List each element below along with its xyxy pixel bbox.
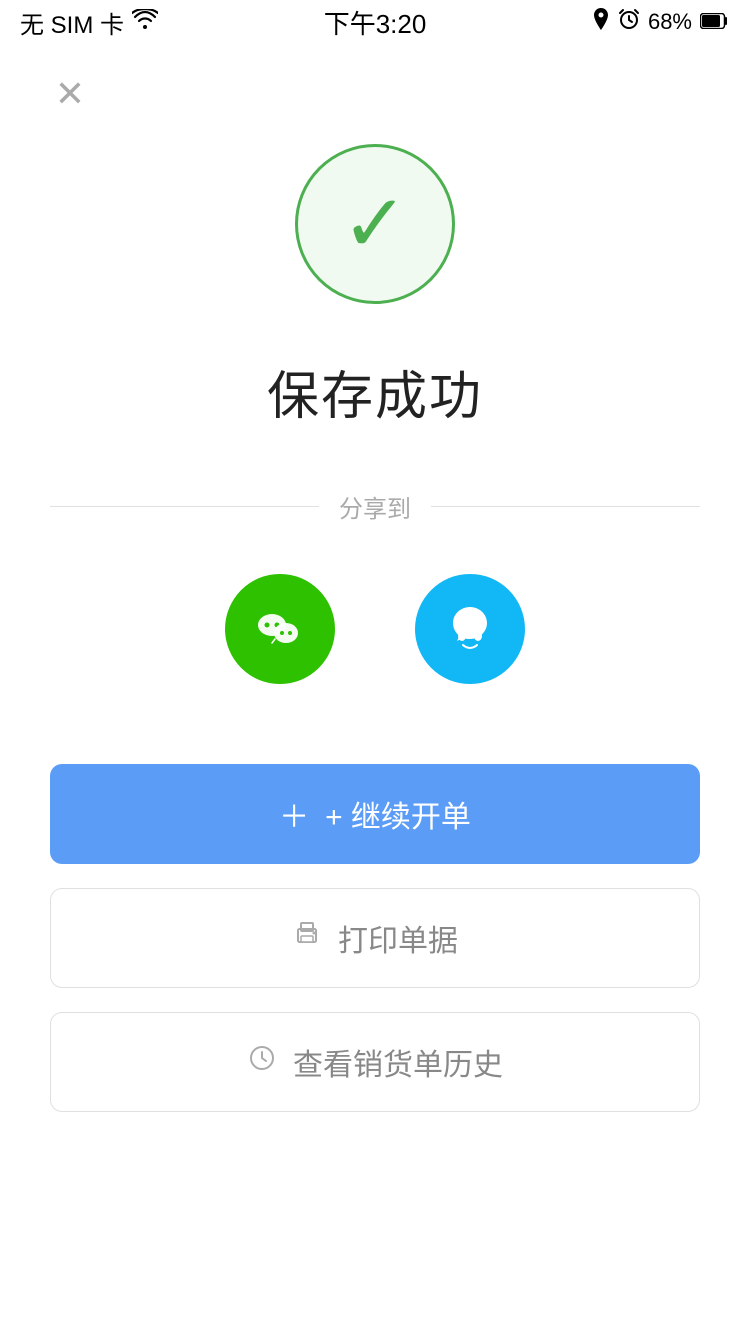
action-buttons: ＋ + 继续开单 打印单据 查看销货单历史 [50, 764, 700, 1112]
no-sim-label: 无 SIM 卡 [20, 5, 124, 40]
alarm-icon [618, 8, 640, 36]
share-icons [225, 574, 525, 684]
success-title: 保存成功 [267, 354, 483, 429]
print-icon [292, 919, 322, 957]
battery-percent: 68% [648, 9, 692, 35]
qq-icon [440, 599, 500, 659]
battery-icon [700, 9, 730, 35]
divider-line-right [431, 506, 700, 507]
history-icon [247, 1043, 277, 1081]
continue-button[interactable]: ＋ + 继续开单 [50, 764, 700, 864]
status-left: 无 SIM 卡 [20, 5, 158, 40]
history-label: 查看销货单历史 [293, 1040, 503, 1084]
check-icon: ✓ [341, 184, 408, 264]
divider-line-left [50, 506, 319, 507]
plus-icon: ＋ [279, 792, 309, 836]
qq-share-button[interactable] [415, 574, 525, 684]
location-icon [592, 8, 610, 36]
wechat-share-button[interactable] [225, 574, 335, 684]
wifi-icon [132, 8, 158, 36]
status-bar: 无 SIM 卡 下午3:20 68% [0, 0, 750, 44]
print-label: 打印单据 [338, 916, 458, 960]
close-icon: ✕ [55, 76, 85, 112]
wechat-icon [250, 599, 310, 659]
main-content: ✕ ✓ 保存成功 分享到 [0, 44, 750, 1334]
close-button[interactable]: ✕ [40, 64, 100, 124]
continue-label: + 继续开单 [325, 792, 471, 836]
print-button[interactable]: 打印单据 [50, 888, 700, 988]
status-right: 68% [592, 8, 730, 36]
history-button[interactable]: 查看销货单历史 [50, 1012, 700, 1112]
share-divider: 分享到 [50, 489, 700, 524]
success-circle: ✓ [295, 144, 455, 304]
share-label: 分享到 [339, 489, 411, 524]
status-time: 下午3:20 [324, 4, 427, 41]
